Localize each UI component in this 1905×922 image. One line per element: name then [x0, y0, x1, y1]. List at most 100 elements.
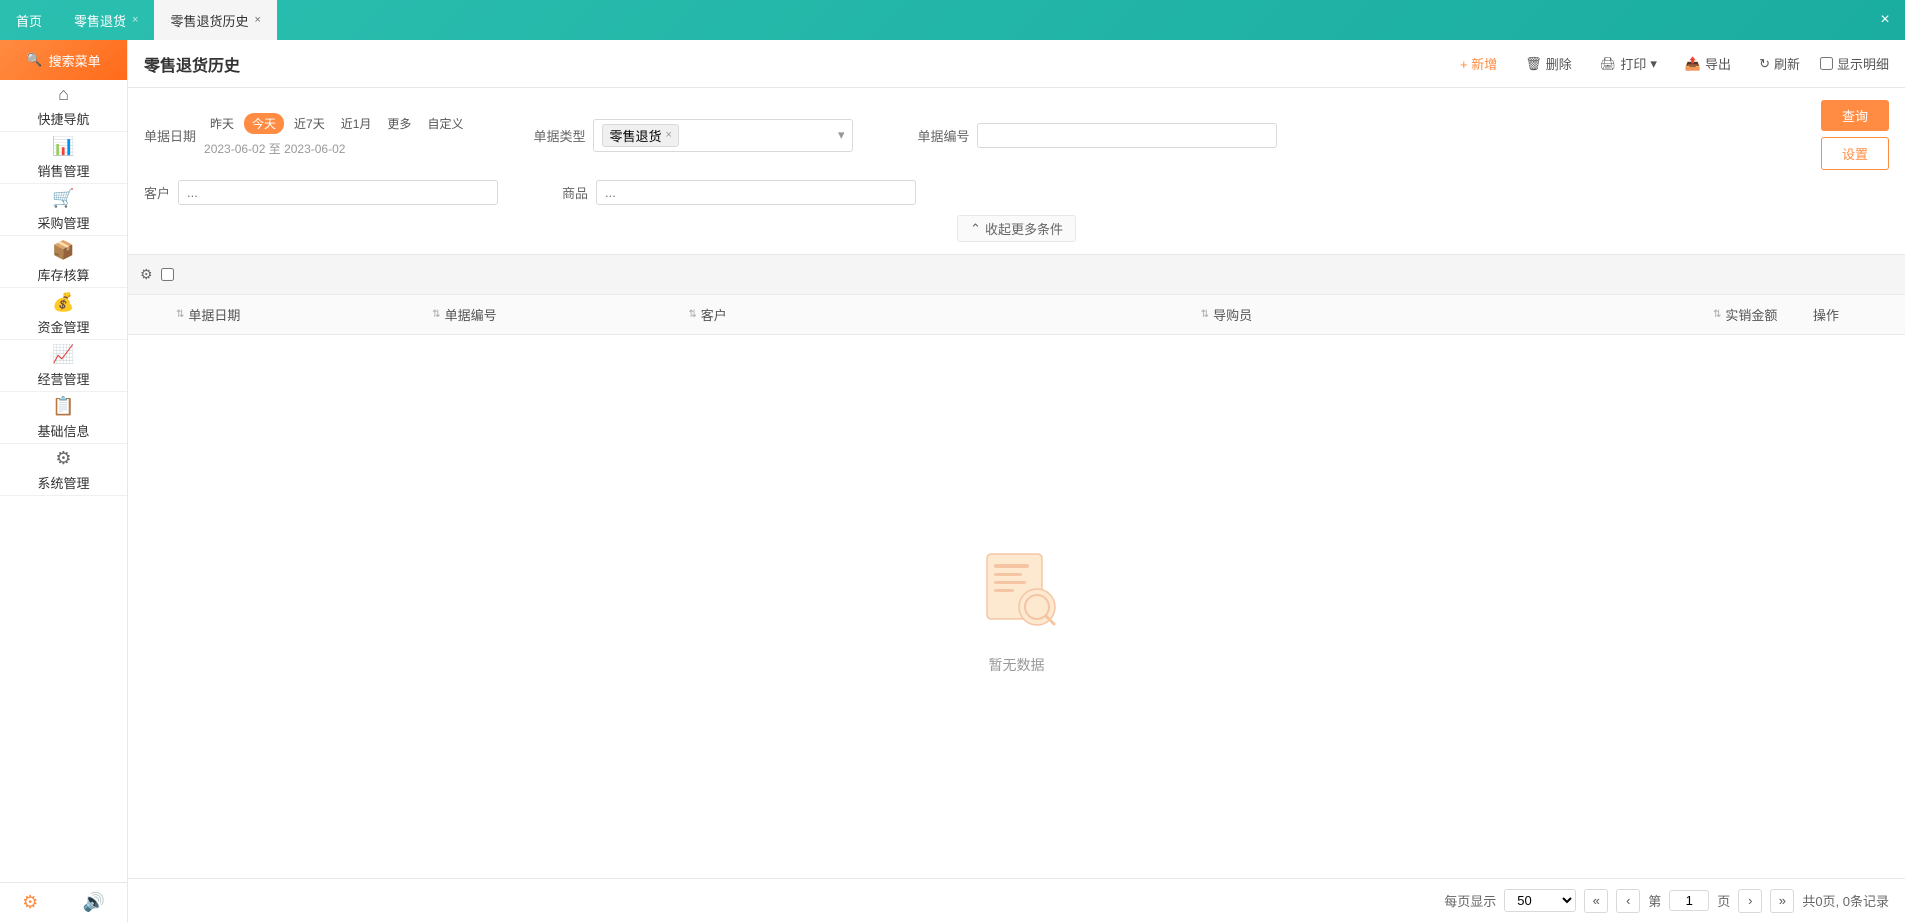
- date-shortcut-today[interactable]: 今天: [244, 113, 284, 134]
- new-button[interactable]: + 新增: [1452, 50, 1505, 77]
- table-settings-icon[interactable]: ⚙: [140, 266, 153, 283]
- system-icon: ⚙: [55, 448, 71, 469]
- date-shortcut-7days[interactable]: 近7天: [288, 113, 331, 134]
- home-icon: ⌂: [58, 84, 69, 105]
- filter-type: 单据类型 零售退货 × ▾: [533, 119, 853, 152]
- next-page-button[interactable]: ›: [1738, 889, 1762, 913]
- tab-home[interactable]: 首页: [0, 0, 58, 40]
- th-sort-date[interactable]: ⇅: [176, 309, 184, 320]
- content-area: 零售退货历史 + 新增 🗑 删除 🖨 打印 ▾ 📤 导出: [128, 40, 1905, 922]
- refresh-button[interactable]: ↻ 刷新: [1751, 50, 1808, 77]
- th-guide: ⇅ 导购员: [1201, 305, 1457, 324]
- tab-retail-return-history[interactable]: 零售退货历史 ×: [154, 0, 276, 40]
- filter-row-1: 单据日期 昨天 今天 近7天 近1月 更多 自定义 2023-06-02 至 2…: [144, 100, 1889, 170]
- tab-retail-return[interactable]: 零售退货 ×: [58, 0, 154, 40]
- sidebar-item-system-label: 系统管理: [37, 473, 89, 492]
- print-button-label: 打印: [1620, 54, 1646, 73]
- sidebar-item-inventory[interactable]: 📦 库存核算: [0, 236, 127, 288]
- per-page-select[interactable]: 20 50 100: [1504, 889, 1576, 912]
- date-shortcut-1month[interactable]: 近1月: [335, 113, 378, 134]
- main-layout: 🔍 搜索菜单 ⌂ 快捷导航 📊 销售管理 🛒 采购管理 📦 库存核算 💰: [0, 40, 1905, 922]
- sidebar-item-quick-nav-label: 快捷导航: [37, 109, 89, 128]
- date-shortcut-yesterday[interactable]: 昨天: [204, 113, 240, 134]
- window-close-button[interactable]: ×: [1865, 0, 1905, 40]
- sidebar-item-purchase-label: 采购管理: [37, 213, 89, 232]
- display-detail-input[interactable]: [1820, 57, 1833, 70]
- sidebar-item-basic-info[interactable]: 📋 基础信息: [0, 392, 127, 444]
- th-sort-no[interactable]: ⇅: [432, 309, 440, 320]
- filter-date: 单据日期 昨天 今天 近7天 近1月 更多 自定义 2023-06-02 至 2…: [144, 113, 469, 157]
- inventory-icon: 📦: [52, 240, 74, 261]
- delete-button[interactable]: 🗑 删除: [1517, 50, 1580, 77]
- filter-row-2: 客户 商品: [144, 180, 1889, 205]
- export-button-label: 导出: [1705, 54, 1731, 73]
- filter-no-input[interactable]: [977, 123, 1277, 148]
- filter-customer-label: 客户: [144, 183, 170, 202]
- th-sort-customer[interactable]: ⇅: [688, 309, 696, 320]
- filter-type-tag-close[interactable]: ×: [665, 129, 671, 141]
- filter-type-select[interactable]: 零售退货 × ▾: [593, 119, 853, 152]
- filter-type-tag-label: 零售退货: [609, 126, 661, 145]
- sidebar-item-basic-info-label: 基础信息: [37, 421, 89, 440]
- date-shortcut-more[interactable]: 更多: [381, 113, 417, 134]
- th-amount-label: 实销金额: [1725, 305, 1777, 324]
- page-label: 第: [1648, 891, 1661, 910]
- sidebar-audio-button[interactable]: 🔊: [82, 892, 104, 913]
- page-input[interactable]: [1669, 890, 1709, 911]
- filter-area: 单据日期 昨天 今天 近7天 近1月 更多 自定义 2023-06-02 至 2…: [128, 88, 1905, 255]
- sidebar-item-operations[interactable]: 📈 经营管理: [0, 340, 127, 392]
- sidebar-item-sales[interactable]: 📊 销售管理: [0, 132, 127, 184]
- sidebar-search-label: 搜索菜单: [49, 51, 101, 70]
- sidebar: 🔍 搜索菜单 ⌂ 快捷导航 📊 销售管理 🛒 采购管理 📦 库存核算 💰: [0, 40, 128, 922]
- per-page-label: 每页显示: [1444, 891, 1496, 910]
- table-area: ⚙ ⇅ 单据日期 ⇅ 单据编号 ⇅ 客户 ⇅: [128, 255, 1905, 878]
- sidebar-settings-button[interactable]: ⚙: [22, 892, 38, 913]
- date-shortcut-custom[interactable]: 自定义: [421, 113, 469, 134]
- query-button[interactable]: 查询: [1821, 100, 1889, 131]
- tab-retail-return-history-close[interactable]: ×: [254, 14, 260, 26]
- sidebar-item-sales-label: 销售管理: [37, 161, 89, 180]
- delete-button-label: 删除: [1546, 54, 1572, 73]
- finance-icon: 💰: [52, 292, 74, 313]
- th-date: ⇅ 单据日期: [176, 305, 432, 324]
- new-button-label: + 新增: [1460, 54, 1497, 73]
- tab-retail-return-close[interactable]: ×: [132, 14, 138, 26]
- th-customer-label: 客户: [701, 305, 727, 324]
- export-icon: 📤: [1685, 56, 1701, 72]
- sidebar-item-purchase[interactable]: 🛒 采购管理: [0, 184, 127, 236]
- filter-date-label: 单据日期: [144, 126, 196, 145]
- print-button[interactable]: 🖨 打印 ▾: [1592, 50, 1665, 77]
- th-guide-label: 导购员: [1213, 305, 1252, 324]
- th-sort-guide[interactable]: ⇅: [1201, 309, 1209, 320]
- filter-customer-input[interactable]: [178, 180, 498, 205]
- tab-bar: 首页 零售退货 × 零售退货历史 ×: [0, 0, 1865, 40]
- collapse-row: ⌃ 收起更多条件: [144, 215, 1889, 242]
- filter-customer: 客户: [144, 180, 498, 205]
- th-no-label: 单据编号: [445, 305, 497, 324]
- sidebar-item-quick-nav[interactable]: ⌂ 快捷导航: [0, 80, 127, 132]
- sidebar-item-finance[interactable]: 💰 资金管理: [0, 288, 127, 340]
- display-detail-checkbox[interactable]: 显示明细: [1820, 54, 1889, 73]
- collapse-up-icon: ⌃: [970, 221, 981, 237]
- select-all-checkbox[interactable]: [161, 268, 174, 281]
- empty-state: 暂无数据: [128, 335, 1905, 878]
- sidebar-item-system[interactable]: ⚙ 系统管理: [0, 444, 127, 496]
- tab-home-label: 首页: [16, 11, 42, 30]
- export-button[interactable]: 📤 导出: [1677, 50, 1739, 77]
- date-shortcut-row: 昨天 今天 近7天 近1月 更多 自定义: [204, 113, 469, 134]
- date-range-text: 2023-06-02 至 2023-06-02: [204, 140, 469, 157]
- sidebar-search-button[interactable]: 🔍 搜索菜单: [0, 40, 127, 80]
- th-sort-amount[interactable]: ⇅: [1713, 309, 1721, 320]
- filter-goods-input[interactable]: [596, 180, 916, 205]
- sidebar-item-operations-label: 经营管理: [37, 369, 89, 388]
- first-page-button[interactable]: «: [1584, 889, 1608, 913]
- th-amount: ⇅ 实销金额: [1713, 305, 1813, 324]
- th-action-label: 操作: [1813, 305, 1839, 324]
- table-toolbar: ⚙: [128, 255, 1905, 295]
- page-header: 零售退货历史 + 新增 🗑 删除 🖨 打印 ▾ 📤 导出: [128, 40, 1905, 88]
- prev-page-button[interactable]: ‹: [1616, 889, 1640, 913]
- collapse-button[interactable]: ⌃ 收起更多条件: [957, 215, 1076, 242]
- last-page-button[interactable]: »: [1770, 889, 1794, 913]
- filter-no: 单据编号: [917, 123, 1277, 148]
- settings-button[interactable]: 设置: [1821, 137, 1889, 170]
